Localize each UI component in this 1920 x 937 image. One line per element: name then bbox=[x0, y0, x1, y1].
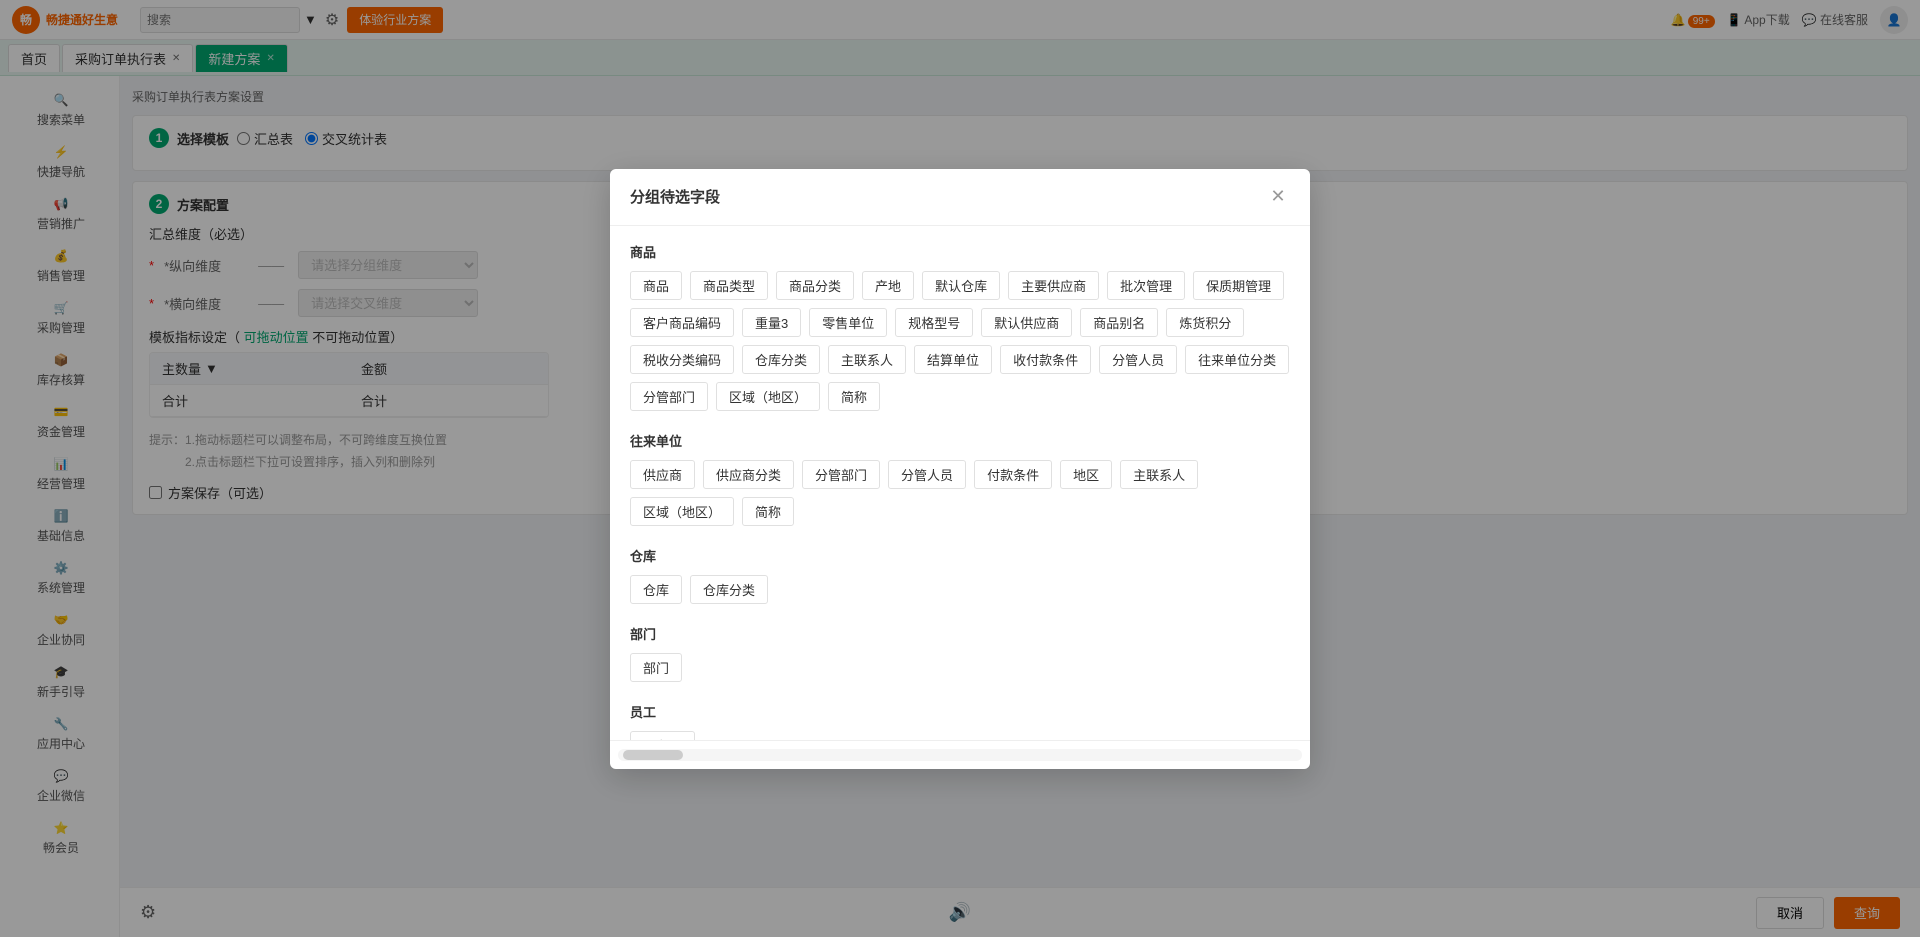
field-chip-0-7[interactable]: 保质期管理 bbox=[1193, 271, 1284, 300]
field-chip-1-0[interactable]: 供应商 bbox=[630, 460, 695, 489]
modal-body: 商品商品商品类型商品分类产地默认仓库主要供应商批次管理保质期管理客户商品编码重量… bbox=[610, 226, 1310, 740]
field-chips-1: 供应商供应商分类分管部门分管人员付款条件地区主联系人区域（地区） 简称 bbox=[630, 460, 1290, 526]
modal-title: 分组待选字段 bbox=[630, 186, 720, 207]
field-chip-0-19[interactable]: 收付款条件 bbox=[1000, 345, 1091, 374]
field-chip-4-0[interactable]: 业务员 bbox=[630, 731, 695, 740]
field-chip-1-2[interactable]: 分管部门 bbox=[802, 460, 880, 489]
field-chip-2-1[interactable]: 仓库分类 bbox=[690, 575, 768, 604]
field-chip-0-8[interactable]: 客户商品编码 bbox=[630, 308, 734, 337]
field-chip-0-21[interactable]: 往来单位分类 bbox=[1185, 345, 1289, 374]
field-chip-1-5[interactable]: 地区 bbox=[1060, 460, 1112, 489]
field-chip-0-22[interactable]: 分管部门 bbox=[630, 382, 708, 411]
field-chip-0-1[interactable]: 商品类型 bbox=[690, 271, 768, 300]
field-chip-0-13[interactable]: 商品别名 bbox=[1080, 308, 1158, 337]
field-chip-0-5[interactable]: 主要供应商 bbox=[1008, 271, 1099, 300]
field-chip-0-10[interactable]: 零售单位 bbox=[809, 308, 887, 337]
field-chip-0-20[interactable]: 分管人员 bbox=[1099, 345, 1177, 374]
modal-dialog: 分组待选字段 ✕ 商品商品商品类型商品分类产地默认仓库主要供应商批次管理保质期管… bbox=[610, 169, 1310, 769]
field-chip-0-23[interactable]: 区域（地区） bbox=[716, 382, 820, 411]
field-chips-3: 部门 bbox=[630, 653, 1290, 682]
field-chip-0-9[interactable]: 重量3 bbox=[742, 308, 801, 337]
field-chip-1-1[interactable]: 供应商分类 bbox=[703, 460, 794, 489]
field-section-1: 往来单位供应商供应商分类分管部门分管人员付款条件地区主联系人区域（地区） 简称 bbox=[630, 431, 1290, 526]
section-title-0: 商品 bbox=[630, 242, 1290, 261]
section-title-3: 部门 bbox=[630, 624, 1290, 643]
field-chip-0-0[interactable]: 商品 bbox=[630, 271, 682, 300]
field-chip-0-3[interactable]: 产地 bbox=[862, 271, 914, 300]
field-chip-0-4[interactable]: 默认仓库 bbox=[922, 271, 1000, 300]
field-chip-0-6[interactable]: 批次管理 bbox=[1107, 271, 1185, 300]
modal-footer bbox=[610, 740, 1310, 769]
field-chip-1-6[interactable]: 主联系人 bbox=[1120, 460, 1198, 489]
field-chip-0-24[interactable]: 简称 bbox=[828, 382, 880, 411]
field-chips-4: 业务员 bbox=[630, 731, 1290, 740]
field-section-4: 员工业务员 bbox=[630, 702, 1290, 740]
field-chips-2: 仓库仓库分类 bbox=[630, 575, 1290, 604]
section-title-4: 员工 bbox=[630, 702, 1290, 721]
field-section-3: 部门部门 bbox=[630, 624, 1290, 682]
field-chip-0-15[interactable]: 税收分类编码 bbox=[630, 345, 734, 374]
field-chip-0-12[interactable]: 默认供应商 bbox=[981, 308, 1072, 337]
field-chip-0-17[interactable]: 主联系人 bbox=[828, 345, 906, 374]
section-title-1: 往来单位 bbox=[630, 431, 1290, 450]
field-chip-0-2[interactable]: 商品分类 bbox=[776, 271, 854, 300]
field-chip-1-3[interactable]: 分管人员 bbox=[888, 460, 966, 489]
field-chip-0-16[interactable]: 仓库分类 bbox=[742, 345, 820, 374]
field-chip-1-7[interactable]: 区域（地区） bbox=[630, 497, 734, 526]
field-chip-1-4[interactable]: 付款条件 bbox=[974, 460, 1052, 489]
field-chip-1-8[interactable]: 简称 bbox=[742, 497, 794, 526]
section-title-2: 仓库 bbox=[630, 546, 1290, 565]
scrollbar-thumb bbox=[623, 750, 683, 760]
field-section-0: 商品商品商品类型商品分类产地默认仓库主要供应商批次管理保质期管理客户商品编码重量… bbox=[630, 242, 1290, 411]
field-section-2: 仓库仓库仓库分类 bbox=[630, 546, 1290, 604]
modal-header: 分组待选字段 ✕ bbox=[610, 169, 1310, 226]
modal-close-icon[interactable]: ✕ bbox=[1266, 185, 1290, 209]
field-chip-2-0[interactable]: 仓库 bbox=[630, 575, 682, 604]
field-chip-3-0[interactable]: 部门 bbox=[630, 653, 682, 682]
horizontal-scrollbar[interactable] bbox=[618, 749, 1302, 761]
modal-overlay: 分组待选字段 ✕ 商品商品商品类型商品分类产地默认仓库主要供应商批次管理保质期管… bbox=[0, 0, 1920, 937]
field-chips-0: 商品商品类型商品分类产地默认仓库主要供应商批次管理保质期管理客户商品编码重量3 零… bbox=[630, 271, 1290, 411]
field-chip-0-11[interactable]: 规格型号 bbox=[895, 308, 973, 337]
field-chip-0-18[interactable]: 结算单位 bbox=[914, 345, 992, 374]
field-chip-0-14[interactable]: 炼货积分 bbox=[1166, 308, 1244, 337]
